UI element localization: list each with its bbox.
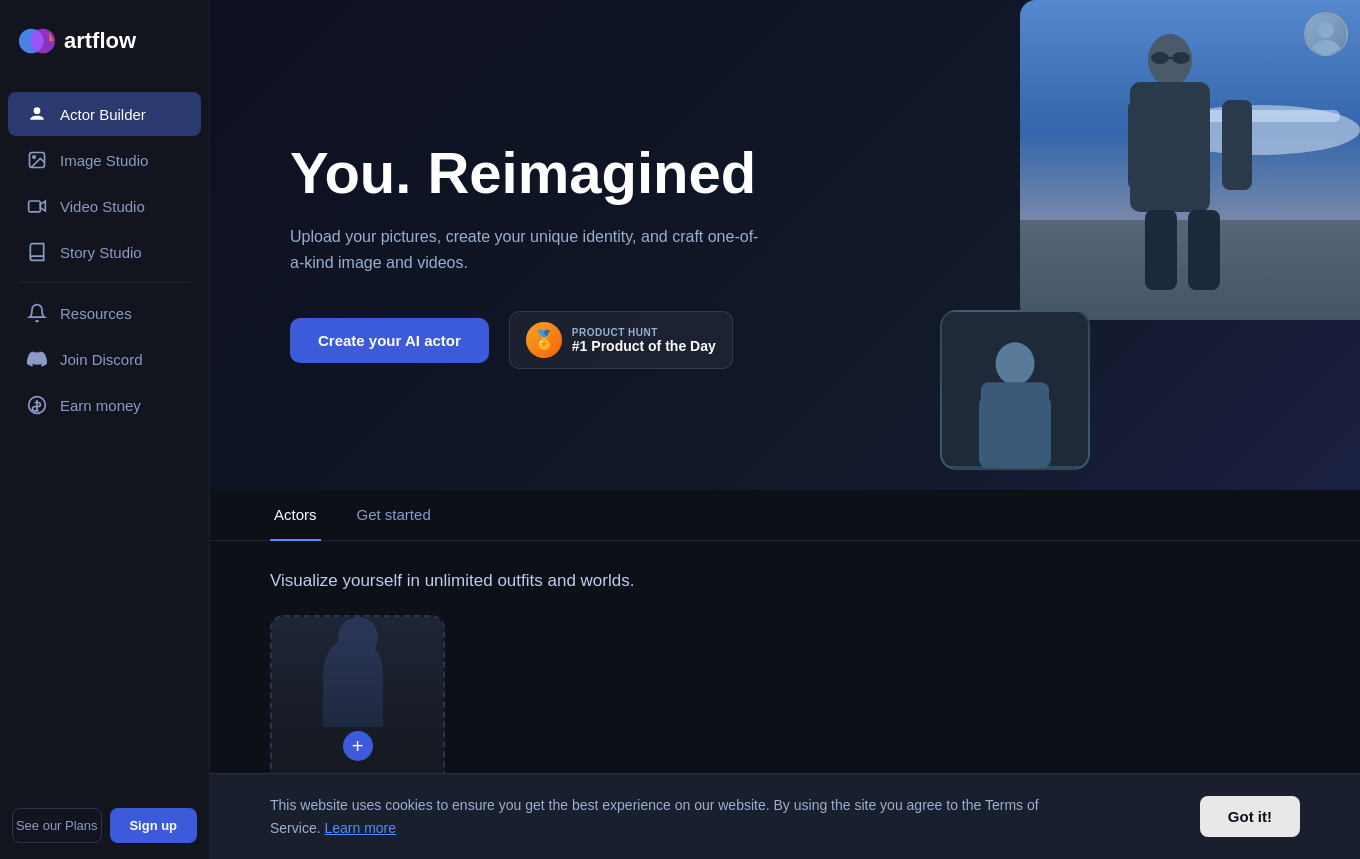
svg-point-18 [1172, 52, 1190, 64]
ph-rank: #1 Product of the Day [572, 338, 716, 354]
logo-icon [18, 22, 56, 60]
tabs-bar: Actors Get started [210, 490, 1360, 541]
svg-point-2 [34, 107, 41, 114]
svg-rect-26 [1030, 398, 1051, 466]
video-studio-label: Video Studio [60, 198, 145, 215]
svg-point-17 [1151, 52, 1169, 64]
ghost-figure [323, 637, 383, 727]
ghost-container [323, 637, 393, 737]
svg-rect-14 [1222, 100, 1252, 190]
image-studio-label: Image Studio [60, 152, 148, 169]
ph-info: PRODUCT HUNT #1 Product of the Day [572, 327, 716, 354]
svg-rect-25 [979, 398, 1000, 466]
svg-point-21 [1312, 40, 1340, 54]
person-icon [26, 103, 48, 125]
sidebar-bottom: See our Plans Sign up [0, 792, 209, 859]
product-hunt-badge: 🏅 PRODUCT HUNT #1 Product of the Day [509, 311, 733, 369]
cookie-learn-more[interactable]: Learn more [324, 820, 396, 836]
sidebar-item-image-studio[interactable]: Image Studio [8, 138, 201, 182]
actors-section-subtitle: Visualize yourself in unlimited outfits … [270, 571, 1300, 591]
plans-button[interactable]: See our Plans [12, 808, 102, 843]
hero-secondary-image [940, 310, 1090, 470]
story-studio-label: Story Studio [60, 244, 142, 261]
hero-secondary-svg [942, 310, 1088, 468]
sidebar-item-earn[interactable]: Earn money [8, 383, 201, 427]
hero-section: You. Reimagined Upload your pictures, cr… [210, 0, 1360, 490]
avatar-circle [1306, 14, 1346, 54]
sidebar-item-story-studio[interactable]: Story Studio [8, 230, 201, 274]
ph-label: PRODUCT HUNT [572, 327, 716, 338]
signup-button[interactable]: Sign up [110, 808, 198, 843]
hero-title: You. Reimagined [290, 141, 770, 205]
dollar-icon [26, 394, 48, 416]
svg-rect-13 [1128, 100, 1158, 190]
sidebar-item-resources[interactable]: Resources [8, 291, 201, 335]
logo-area: artflow [0, 0, 209, 82]
svg-rect-15 [1145, 210, 1177, 290]
tab-actors[interactable]: Actors [270, 490, 321, 541]
plus-button[interactable]: + [343, 731, 373, 761]
discord-label: Join Discord [60, 351, 143, 368]
cookie-got-it-button[interactable]: Got it! [1200, 796, 1300, 837]
svg-point-4 [33, 156, 36, 159]
sidebar-item-actor-builder[interactable]: Actor Builder [8, 92, 201, 136]
hero-content: You. Reimagined Upload your pictures, cr… [290, 141, 770, 370]
book-icon [26, 241, 48, 263]
bell-icon [26, 302, 48, 324]
create-actor-button[interactable]: Create your AI actor [290, 318, 489, 363]
earn-label: Earn money [60, 397, 141, 414]
main-content: You. Reimagined Upload your pictures, cr… [210, 0, 1360, 859]
actor-builder-label: Actor Builder [60, 106, 146, 123]
sidebar-item-video-studio[interactable]: Video Studio [8, 184, 201, 228]
discord-icon [26, 348, 48, 370]
sidebar: artflow Actor Builder Image Studio Video… [0, 0, 210, 859]
app-logo-text: artflow [64, 28, 136, 54]
hero-avatar-badge [1304, 12, 1348, 56]
resources-label: Resources [60, 305, 132, 322]
sidebar-item-discord[interactable]: Join Discord [8, 337, 201, 381]
cookie-banner: This website uses cookies to ensure you … [210, 773, 1360, 859]
hero-actions: Create your AI actor 🏅 PRODUCT HUNT #1 P… [290, 311, 770, 369]
video-icon [26, 195, 48, 217]
tab-get-started[interactable]: Get started [353, 490, 435, 541]
cookie-message: This website uses cookies to ensure you … [270, 794, 1090, 839]
svg-rect-16 [1188, 210, 1220, 290]
image-icon [26, 149, 48, 171]
svg-point-23 [996, 342, 1035, 385]
hero-subtitle: Upload your pictures, create your unique… [290, 224, 770, 275]
svg-rect-5 [29, 201, 41, 212]
svg-point-20 [1318, 22, 1334, 38]
ph-medal-icon: 🏅 [526, 322, 562, 358]
sidebar-nav: Actor Builder Image Studio Video Studio … [0, 82, 209, 792]
hero-images [940, 0, 1360, 490]
nav-separator [18, 282, 191, 283]
hero-main-image [1020, 0, 1360, 320]
